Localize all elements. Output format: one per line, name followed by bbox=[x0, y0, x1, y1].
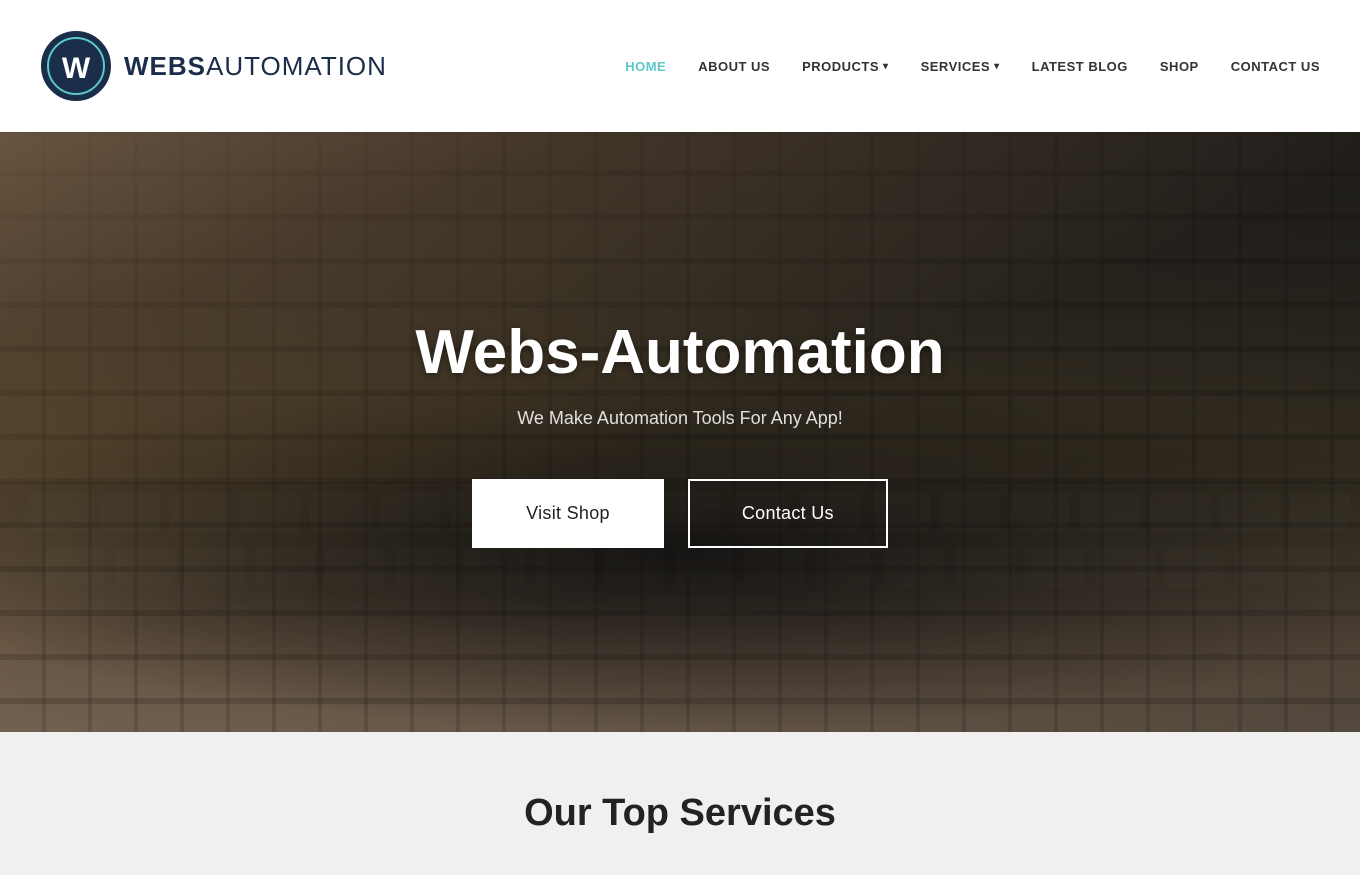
logo-text: WEBSAUTOMATION bbox=[124, 53, 387, 79]
logo[interactable]: W WEBSAUTOMATION bbox=[40, 30, 387, 102]
hero-content: Webs-Automation We Make Automation Tools… bbox=[415, 317, 944, 548]
contact-us-button[interactable]: Contact Us bbox=[688, 479, 888, 548]
nav-shop[interactable]: SHOP bbox=[1160, 59, 1199, 74]
services-dropdown-icon: ▾ bbox=[994, 61, 1000, 72]
nav-contact-us[interactable]: CONTACT US bbox=[1231, 59, 1320, 74]
nav-about-us[interactable]: ABOUT US bbox=[698, 59, 770, 74]
main-nav: HOME ABOUT US PRODUCTS ▾ SERVICES ▾ LATE… bbox=[625, 59, 1320, 74]
hero-title: Webs-Automation bbox=[415, 317, 944, 388]
hero-buttons: Visit Shop Contact Us bbox=[415, 479, 944, 548]
nav-home[interactable]: HOME bbox=[625, 59, 666, 74]
site-header: W WEBSAUTOMATION HOME ABOUT US PRODUCTS … bbox=[0, 0, 1360, 132]
nav-latest-blog[interactable]: LATEST BLOG bbox=[1032, 59, 1128, 74]
nav-services[interactable]: SERVICES ▾ bbox=[921, 59, 1000, 74]
visit-shop-button[interactable]: Visit Shop bbox=[472, 479, 664, 548]
hero-section: Webs-Automation We Make Automation Tools… bbox=[0, 132, 1360, 732]
services-title: Our Top Services bbox=[40, 792, 1320, 835]
svg-text:W: W bbox=[62, 52, 91, 85]
logo-webs: WEBS bbox=[124, 53, 206, 79]
products-dropdown-icon: ▾ bbox=[883, 61, 889, 72]
logo-icon: W bbox=[40, 30, 112, 102]
services-section: Our Top Services bbox=[0, 732, 1360, 875]
hero-subtitle: We Make Automation Tools For Any App! bbox=[415, 408, 944, 429]
nav-products[interactable]: PRODUCTS ▾ bbox=[802, 59, 888, 74]
logo-automation: AUTOMATION bbox=[206, 53, 387, 79]
